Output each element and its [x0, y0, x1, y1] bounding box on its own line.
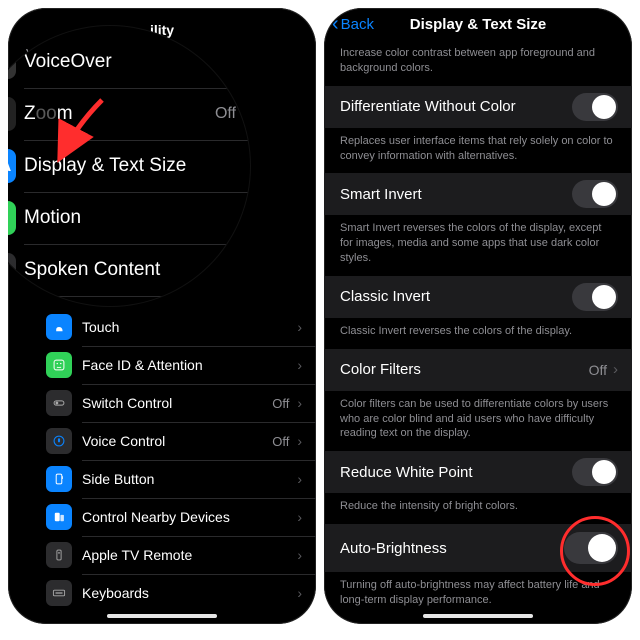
row-label: Voice Control [82, 433, 165, 449]
row-switch-control[interactable]: Switch Control Off› [38, 384, 316, 422]
row-label: Differentiate Without Color [340, 98, 516, 115]
home-indicator[interactable] [107, 614, 217, 618]
navbar: ility [8, 8, 316, 38]
chevron-right-icon: › [613, 361, 618, 378]
group-footer: Classic Invert reverses the colors of th… [324, 318, 632, 349]
voice-control-icon [46, 428, 72, 454]
group-footer: Reduce the intensity of bright colors. [324, 493, 632, 524]
row-reduce-white-point[interactable]: Reduce White Point [324, 451, 632, 493]
row-status: Off [215, 105, 236, 123]
row-motion[interactable]: Motion [8, 192, 250, 244]
row-voice-control[interactable]: Voice Control Off› [38, 422, 316, 460]
row-side-button[interactable]: Side Button › [38, 460, 316, 498]
back-label: Back [341, 16, 374, 33]
row-label: Spoken Content [24, 259, 160, 281]
row-status: Off [215, 261, 236, 279]
toggle-differentiate-without-color[interactable] [572, 93, 618, 121]
audio-descriptions-icon [8, 305, 16, 306]
row-display-text-size[interactable]: AA Display & Text Size [8, 140, 250, 192]
navbar: ‹ Back Display & Text Size [324, 8, 632, 40]
row-spoken-content[interactable]: Spoken Content Off [8, 244, 250, 296]
chevron-right-icon: › [297, 319, 316, 335]
left-phone-accessibility: ility VISION VoiceOver Zoom Off [8, 8, 316, 624]
group-footer: Color filters can be used to differentia… [324, 391, 632, 452]
group-footer: Increase color contrast between app fore… [324, 40, 632, 86]
row-label: Control Nearby Devices [82, 509, 230, 525]
row-value: Off [589, 362, 613, 378]
appletv-remote-icon [46, 542, 72, 568]
row-keyboards[interactable]: Keyboards › [38, 574, 316, 612]
motion-icon [8, 201, 16, 235]
row-label: Switch Control [82, 395, 172, 411]
chevron-right-icon: › [297, 433, 316, 449]
row-label: VoiceOver [24, 51, 112, 73]
chevron-right-icon: › [297, 471, 316, 487]
group-footer: Smart Invert reverses the colors of the … [324, 215, 632, 276]
text-size-icon: AA [8, 149, 16, 183]
row-label: Color Filters [340, 361, 421, 378]
side-button-icon [46, 466, 72, 492]
chevron-right-icon: › [297, 509, 316, 525]
row-label: Display & Text Size [24, 155, 186, 177]
toggle-reduce-white-point[interactable] [572, 458, 618, 486]
row-zoom[interactable]: Zoom Off [8, 88, 250, 140]
row-faceid-attention[interactable]: Face ID & Attention › [38, 346, 316, 384]
keyboards-icon [46, 580, 72, 606]
accessibility-icon [8, 45, 16, 79]
group-footer: Turning off auto-brightness may affect b… [324, 572, 632, 610]
row-label: Side Button [82, 471, 154, 487]
row-audio-descriptions[interactable]: Audio D [8, 296, 250, 306]
chevron-right-icon: › [297, 395, 316, 411]
chevron-right-icon: › [297, 357, 316, 373]
row-label: Smart Invert [340, 186, 422, 203]
magnifier-overlay: VoiceOver Zoom Off AA Display & Text Siz… [8, 26, 250, 306]
toggle-classic-invert[interactable] [572, 283, 618, 311]
right-phone-display-text-size: ‹ Back Display & Text Size Increase colo… [324, 8, 632, 624]
touch-icon [46, 314, 72, 340]
row-differentiate-without-color[interactable]: Differentiate Without Color [324, 86, 632, 128]
toggle-auto-brightness[interactable] [564, 532, 618, 564]
row-label: Apple TV Remote [82, 547, 192, 563]
row-label: Face ID & Attention [82, 357, 203, 373]
group-footer: Replaces user interface items that rely … [324, 128, 632, 174]
switch-control-icon [46, 390, 72, 416]
row-voiceover[interactable]: VoiceOver [8, 36, 250, 88]
row-label: Reduce White Point [340, 464, 473, 481]
zoom-icon [8, 97, 16, 131]
home-indicator[interactable] [423, 614, 533, 618]
row-classic-invert[interactable]: Classic Invert [324, 276, 632, 318]
nearby-devices-icon [46, 504, 72, 530]
faceid-icon [46, 352, 72, 378]
row-label: Keyboards [82, 585, 149, 601]
chevron-right-icon: › [297, 547, 316, 563]
row-status: Off [272, 396, 297, 411]
back-button[interactable]: ‹ Back [332, 14, 374, 34]
row-control-nearby-devices[interactable]: Control Nearby Devices › [38, 498, 316, 536]
row-status: Off [272, 434, 297, 449]
row-label: Zoom [24, 103, 73, 125]
chevron-left-icon: ‹ [332, 14, 339, 34]
navbar-title: Display & Text Size [410, 16, 546, 33]
spoken-content-icon [8, 253, 16, 287]
row-label: Auto-Brightness [340, 540, 447, 557]
chevron-right-icon: › [297, 585, 316, 601]
row-label: Motion [24, 207, 81, 229]
row-auto-brightness[interactable]: Auto-Brightness [324, 524, 632, 572]
row-label: Classic Invert [340, 288, 430, 305]
toggle-smart-invert[interactable] [572, 180, 618, 208]
row-label: Touch [82, 319, 119, 335]
row-touch[interactable]: Touch › [38, 308, 316, 346]
row-apple-tv-remote[interactable]: Apple TV Remote › [38, 536, 316, 574]
row-smart-invert[interactable]: Smart Invert [324, 173, 632, 215]
row-color-filters[interactable]: Color Filters Off › [324, 349, 632, 391]
